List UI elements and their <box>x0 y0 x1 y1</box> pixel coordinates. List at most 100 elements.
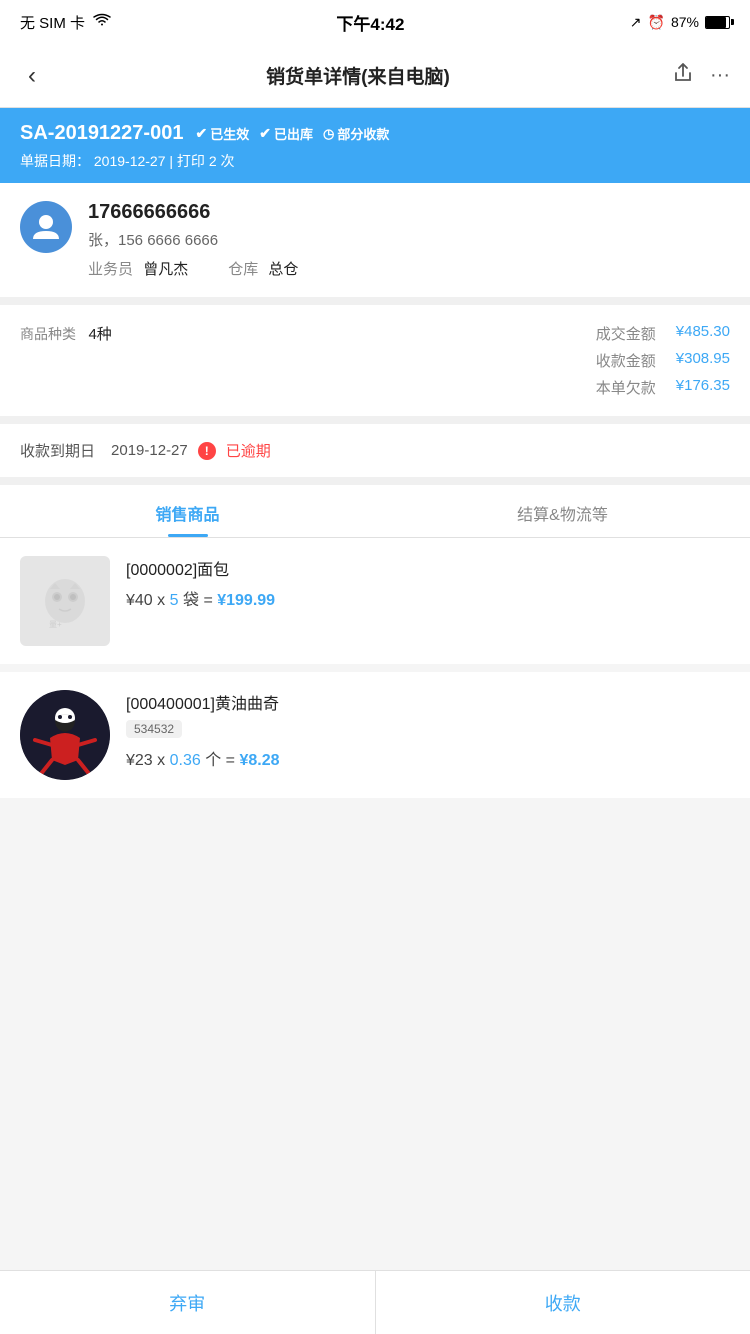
sales-rep-value: 曾凡杰 <box>143 261 188 278</box>
cookie-product-icon <box>20 690 110 780</box>
check-icon-1: ✔ <box>195 125 207 142</box>
battery-icon <box>705 16 730 29</box>
product-sku-2: 534532 <box>126 720 182 738</box>
product-total-2: ¥8.28 <box>239 752 279 769</box>
due-date-value: 2019-12-27 <box>111 442 188 459</box>
customer-name: 17666666666 <box>88 201 730 224</box>
badge-activated-text: 已生效 <box>210 124 249 143</box>
customer-section: 17666666666 张，156 6666 6666 业务员 曾凡杰 仓库 总… <box>0 183 750 305</box>
badge-shipped-text: 已出库 <box>274 124 313 143</box>
location-icon: ↗ <box>630 14 642 31</box>
product-type-count: 4种 <box>88 326 111 343</box>
status-left: 无 SIM 卡 <box>20 12 111 33</box>
sales-rep: 业务员 曾凡杰 <box>88 258 188 279</box>
product-qty-1: 5 <box>170 592 179 609</box>
product-qty-2: 0.36 <box>170 752 201 769</box>
due-date-section: 收款到期日 2019-12-27 ! 已逾期 <box>0 424 750 485</box>
bottom-bar: 弃审 收款 <box>0 1270 750 1334</box>
clock-icon: ◷ <box>323 126 334 142</box>
order-banner: SA-20191227-001 ✔ 已生效 ✔ 已出库 ◷ 部分收款 单据日期：… <box>0 108 750 183</box>
bread-product-icon: 量+ <box>35 571 95 631</box>
tabs-section: 销售商品 结算&物流等 <box>0 485 750 538</box>
page-title: 销货单详情(来自电脑) <box>266 62 450 89</box>
bottom-spacer <box>0 806 750 870</box>
customer-meta: 业务员 曾凡杰 仓库 总仓 <box>88 258 730 279</box>
status-right: ↗ ⏰ 87% <box>630 14 730 31</box>
amount-row-1: 收款金额 ¥308.95 <box>596 350 730 371</box>
product-name-1: [0000002]面包 <box>126 556 730 580</box>
check-icon-2: ✔ <box>259 125 271 142</box>
products-section: 量+ [0000002]面包 ¥40 x 5 袋 = ¥199.99 <box>0 538 750 870</box>
tab-settlement[interactable]: 结算&物流等 <box>375 485 750 537</box>
customer-phone: 张，156 6666 6666 <box>88 229 730 250</box>
summary-right: 成交金额 ¥485.30 收款金额 ¥308.95 本单欠款 ¥176.35 <box>596 323 730 398</box>
badge-activated: ✔ 已生效 <box>195 124 249 143</box>
product-price-value-2: ¥23 <box>126 752 153 769</box>
product-unit-2: 个 <box>205 752 221 769</box>
product-type-row: 商品种类 4种 <box>20 323 112 344</box>
product-price-value-1: ¥40 <box>126 592 153 609</box>
product-price-1: ¥40 x 5 袋 = ¥199.99 <box>126 586 730 610</box>
order-print-info: | 打印 2 次 <box>169 153 234 169</box>
product-image-bread: 量+ <box>20 556 110 646</box>
carrier-text: 无 SIM 卡 <box>20 12 85 33</box>
product-total-1: ¥199.99 <box>217 592 275 609</box>
wifi-icon <box>93 13 111 31</box>
back-button[interactable]: ‹ <box>20 54 44 98</box>
amount-value-2: ¥176.35 <box>676 377 730 398</box>
product-multiply-1: x <box>157 592 169 609</box>
order-status-badges: ✔ 已生效 ✔ 已出库 ◷ 部分收款 <box>195 124 389 143</box>
product-multiply-2: x <box>157 752 169 769</box>
amount-label-1: 收款金额 <box>596 350 656 371</box>
badge-shipped: ✔ 已出库 <box>259 124 313 143</box>
status-bar: 无 SIM 卡 下午4:42 ↗ ⏰ 87% <box>0 0 750 44</box>
confirm-button[interactable]: 收款 <box>376 1271 750 1334</box>
product-info-1: [0000002]面包 ¥40 x 5 袋 = ¥199.99 <box>126 556 730 610</box>
amount-row-0: 成交金额 ¥485.30 <box>596 323 730 344</box>
nav-actions: ··· <box>672 62 730 90</box>
amount-label-0: 成交金额 <box>596 323 656 344</box>
svg-text:量+: 量+ <box>49 620 62 629</box>
warehouse: 仓库 总仓 <box>228 258 298 279</box>
badge-partial: ◷ 部分收款 <box>323 124 389 143</box>
customer-info: 17666666666 张，156 6666 6666 业务员 曾凡杰 仓库 总… <box>88 201 730 279</box>
product-info-2: [000400001]黄油曲奇 534532 ¥23 x 0.36 个 = ¥8… <box>126 690 730 770</box>
product-card-1: 量+ [0000002]面包 ¥40 x 5 袋 = ¥199.99 <box>0 538 750 664</box>
overdue-text: 已逾期 <box>226 440 271 461</box>
due-date-label: 收款到期日 <box>20 440 95 461</box>
order-id-text: SA-20191227-001 <box>20 122 183 145</box>
product-equals-1: = <box>203 592 217 609</box>
summary-left: 商品种类 4种 <box>20 323 112 344</box>
summary-section: 商品种类 4种 成交金额 ¥485.30 收款金额 ¥308.95 本单欠款 ¥… <box>0 305 750 424</box>
product-card-2: [000400001]黄油曲奇 534532 ¥23 x 0.36 个 = ¥8… <box>0 672 750 798</box>
user-icon <box>31 212 61 242</box>
status-time: 下午4:42 <box>336 10 404 35</box>
product-price-2: ¥23 x 0.36 个 = ¥8.28 <box>126 746 730 770</box>
overdue-icon: ! <box>198 442 216 460</box>
product-name-2: [000400001]黄油曲奇 <box>126 690 730 714</box>
customer-avatar <box>20 201 72 253</box>
order-date-value: 2019-12-27 <box>94 153 166 169</box>
product-unit-1: 袋 <box>183 592 199 609</box>
warehouse-value: 总仓 <box>268 261 298 278</box>
badge-partial-text: 部分收款 <box>337 124 389 143</box>
warehouse-label: 仓库 <box>228 261 258 278</box>
amount-row-2: 本单欠款 ¥176.35 <box>596 377 730 398</box>
cancel-button[interactable]: 弃审 <box>0 1271 376 1334</box>
order-date-label: 单据日期： <box>20 153 90 169</box>
amount-value-0: ¥485.30 <box>676 323 730 344</box>
amount-value-1: ¥308.95 <box>676 350 730 371</box>
order-id-row: SA-20191227-001 ✔ 已生效 ✔ 已出库 ◷ 部分收款 <box>20 122 730 145</box>
product-image-cookie <box>20 690 110 780</box>
alarm-icon: ⏰ <box>648 14 665 31</box>
tab-sales-products[interactable]: 销售商品 <box>0 485 375 537</box>
battery-text: 87% <box>671 14 699 30</box>
sales-rep-label: 业务员 <box>88 261 133 278</box>
share-icon[interactable] <box>672 62 694 90</box>
product-type-label: 商品种类 <box>20 326 76 342</box>
nav-bar: ‹ 销货单详情(来自电脑) ··· <box>0 44 750 108</box>
order-date-row: 单据日期： 2019-12-27 | 打印 2 次 <box>20 151 730 171</box>
more-icon[interactable]: ··· <box>710 64 730 87</box>
product-equals-2: = <box>226 752 240 769</box>
amount-label-2: 本单欠款 <box>596 377 656 398</box>
